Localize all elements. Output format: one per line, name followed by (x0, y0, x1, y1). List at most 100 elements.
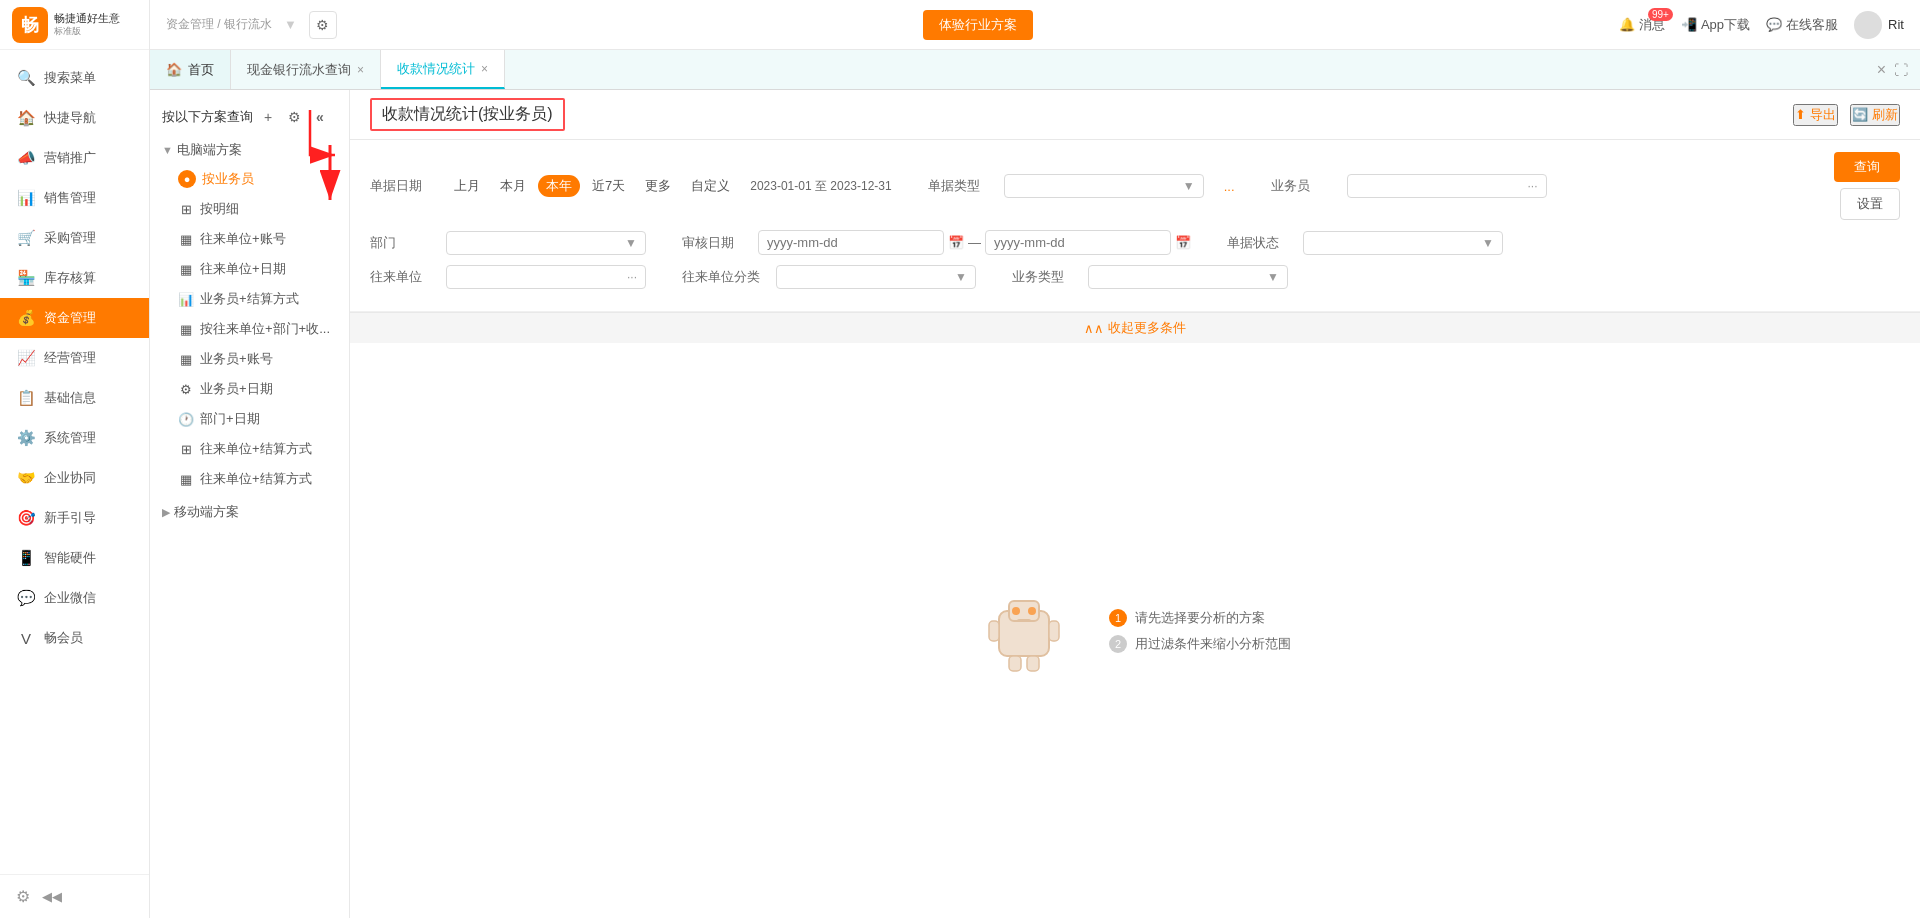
sidebar-collapse-icon[interactable]: ◀◀ (42, 889, 62, 904)
filter-row-1: 单据日期 上月 本月 本年 近7天 更多 自定义 2023-01-01 至 20… (370, 152, 1900, 220)
panel-settings-btn[interactable]: ⚙ (283, 106, 305, 128)
sidebar-item-purchase[interactable]: 🛒 采购管理 (0, 218, 149, 258)
tabs-close-all[interactable]: × (1877, 61, 1886, 79)
section-arrow-down: ▼ (162, 144, 173, 156)
audit-date-group: 📅 — 📅 (758, 230, 1191, 255)
tab-home[interactable]: 🏠 首页 (150, 50, 231, 89)
filter-row-3: 往来单位 ··· 往来单位分类 ▼ 业务类型 ▼ (370, 265, 1900, 289)
sidebar-item-operations[interactable]: 📈 经营管理 (0, 338, 149, 378)
date-tab-custom[interactable]: 自定义 (683, 175, 738, 197)
topbar-settings-btn[interactable]: ⚙ (309, 11, 337, 39)
sidebar-item-label: 快捷导航 (44, 109, 96, 127)
calendar-end-icon[interactable]: 📅 (1175, 235, 1191, 250)
partner-select[interactable]: ··· (446, 265, 646, 289)
scheme-item-salesperson-label: 按业务员 (202, 170, 254, 188)
sidebar-item-guide[interactable]: 🎯 新手引导 (0, 498, 149, 538)
sidebar-item-sales[interactable]: 📊 销售管理 (0, 178, 149, 218)
sidebar-item-member[interactable]: V 畅会员 (0, 618, 149, 658)
sidebar-item-label: 销售管理 (44, 189, 96, 207)
date-tab-lastmonth[interactable]: 上月 (446, 175, 488, 197)
online-service-btn[interactable]: 💬 在线客服 (1766, 16, 1838, 34)
date-tab-7days[interactable]: 近7天 (584, 175, 633, 197)
scheme-item-partner-account[interactable]: ▦ 往来单位+账号 (158, 224, 349, 254)
sidebar-item-marketing[interactable]: 📣 营销推广 (0, 138, 149, 178)
scheme-item-salesperson[interactable]: ● 按业务员 (158, 164, 349, 194)
sidebar-item-hardware[interactable]: 📱 智能硬件 (0, 538, 149, 578)
refresh-icon: 🔄 (1852, 107, 1868, 122)
message-badge: 99+ (1648, 8, 1673, 21)
scheme-item-dept-date[interactable]: 🕐 部门+日期 (158, 404, 349, 434)
refresh-btn[interactable]: 🔄 刷新 (1850, 104, 1900, 126)
svg-rect-4 (1017, 619, 1031, 622)
app-download-btn[interactable]: 📲 App下载 (1681, 16, 1750, 34)
tab-receipt-close[interactable]: × (481, 62, 488, 76)
scheme-item-partner-date[interactable]: ▦ 往来单位+日期 (158, 254, 349, 284)
biz-type-select[interactable]: ▼ (1088, 265, 1288, 289)
page-title-box: 收款情况统计(按业务员) (370, 98, 565, 131)
left-panel: 按以下方案查询 + ⚙ « ▼ 电脑端方案 ● 按业务员 (150, 90, 350, 918)
grid2-icon: ⊞ (178, 441, 194, 457)
filter-row-2: 部门 ▼ 审核日期 📅 — 📅 单据状态 (370, 230, 1900, 255)
doc-type-label: 单据类型 (928, 177, 988, 195)
sidebar-settings-icon[interactable]: ⚙ (16, 887, 30, 906)
sidebar-item-enterprise[interactable]: 🤝 企业协同 (0, 458, 149, 498)
doc-status-select[interactable]: ▼ (1303, 231, 1503, 255)
tabs-fullscreen[interactable]: ⛶ (1894, 62, 1908, 78)
sidebar-item-label: 营销推广 (44, 149, 96, 167)
date-tab-more[interactable]: 更多 (637, 175, 679, 197)
audit-date-start[interactable] (758, 230, 944, 255)
sidebar-nav: 🔍 搜索菜单 🏠 快捷导航 📣 营销推广 📊 销售管理 🛒 采购管理 🏪 库存核… (0, 50, 149, 874)
scheme-item-partner-method1[interactable]: ⊞ 往来单位+结算方式 (158, 434, 349, 464)
table4-icon: ▦ (178, 351, 194, 367)
sidebar-item-label: 基础信息 (44, 389, 96, 407)
section-desktop-header[interactable]: ▼ 电脑端方案 (150, 136, 349, 164)
partner-label: 往来单位 (370, 268, 430, 286)
sidebar-item-label: 企业协同 (44, 469, 96, 487)
filter-settings-btn[interactable]: 设置 (1840, 188, 1900, 220)
partner-category-select[interactable]: ▼ (776, 265, 976, 289)
panel-collapse-btn[interactable]: « (309, 106, 331, 128)
right-content: 收款情况统计(按业务员) ⬆ 导出 🔄 刷新 单据日期 (350, 90, 1920, 918)
settings-gear-icon: ⚙ (316, 17, 329, 33)
scheme-item-partner-method2[interactable]: ▦ 往来单位+结算方式 (158, 464, 349, 494)
home-tab-icon: 🏠 (166, 62, 182, 77)
tab-receipt[interactable]: 收款情况统计 × (381, 50, 505, 89)
sidebar-item-system[interactable]: ⚙️ 系统管理 (0, 418, 149, 458)
salesperson-select[interactable]: ··· (1347, 174, 1547, 198)
sidebar-item-wechat[interactable]: 💬 企业微信 (0, 578, 149, 618)
basics-icon: 📋 (16, 388, 36, 408)
table3-icon: ▦ (178, 321, 194, 337)
scheme-item-partner-method1-label: 往来单位+结算方式 (200, 440, 312, 458)
sidebar-item-quicknav[interactable]: 🏠 快捷导航 (0, 98, 149, 138)
calendar-start-icon[interactable]: 📅 (948, 235, 964, 250)
date-tab-thismonth[interactable]: 本月 (492, 175, 534, 197)
sidebar-item-search[interactable]: 🔍 搜索菜单 (0, 58, 149, 98)
sidebar-item-finance[interactable]: 💰 资金管理 (0, 298, 149, 338)
scheme-item-partner-dept[interactable]: ▦ 按往来单位+部门+收... (158, 314, 349, 344)
collapse-bar[interactable]: ∧∧ 收起更多条件 (350, 312, 1920, 343)
scheme-item-detail[interactable]: ⊞ 按明细 (158, 194, 349, 224)
doc-type-more-btn[interactable]: ... (1224, 179, 1235, 194)
doc-type-select[interactable]: ▼ (1004, 174, 1204, 198)
scheme-item-partner-method2-label: 往来单位+结算方式 (200, 470, 312, 488)
sidebar-item-basics[interactable]: 📋 基础信息 (0, 378, 149, 418)
panel-add-btn[interactable]: + (257, 106, 279, 128)
tab-bank-close[interactable]: × (357, 63, 364, 77)
export-icon: ⬆ (1795, 107, 1806, 122)
user-area[interactable]: Rit (1854, 11, 1904, 39)
section-mobile-header[interactable]: ▶ 移动端方案 (150, 498, 349, 526)
query-btn[interactable]: 查询 (1834, 152, 1900, 182)
trial-btn[interactable]: 体验行业方案 (923, 10, 1033, 40)
export-btn[interactable]: ⬆ 导出 (1793, 104, 1838, 126)
empty-step-2: 2 用过滤条件来缩小分析范围 (1109, 635, 1291, 653)
audit-date-end[interactable] (985, 230, 1171, 255)
message-btn[interactable]: 🔔 消息 99+ (1619, 16, 1665, 34)
scheme-item-salesperson-method[interactable]: 📊 业务员+结算方式 (158, 284, 349, 314)
date-tab-thisyear[interactable]: 本年 (538, 175, 580, 197)
scheme-item-salesperson-account[interactable]: ▦ 业务员+账号 (158, 344, 349, 374)
tab-bank[interactable]: 现金银行流水查询 × (231, 50, 381, 89)
sidebar-item-label: 采购管理 (44, 229, 96, 247)
dept-select[interactable]: ▼ (446, 231, 646, 255)
sidebar-item-inventory[interactable]: 🏪 库存核算 (0, 258, 149, 298)
scheme-item-salesperson-date[interactable]: ⚙ 业务员+日期 (158, 374, 349, 404)
